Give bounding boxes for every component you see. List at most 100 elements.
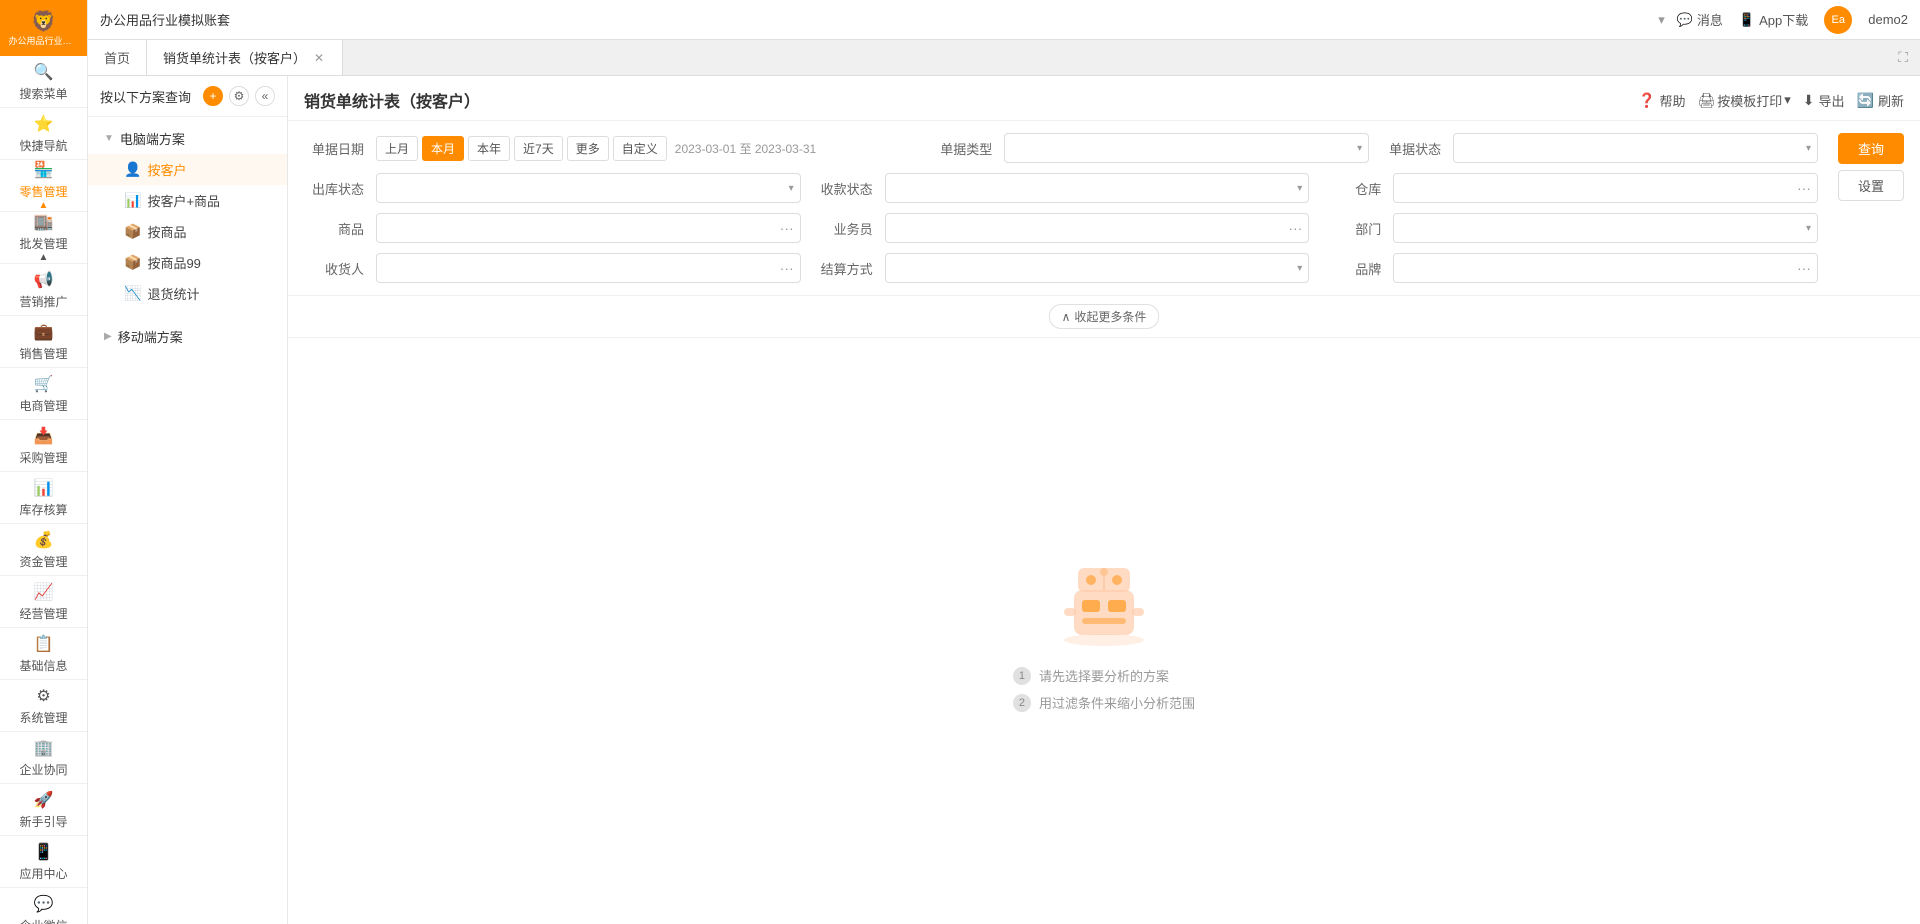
date-btn-this-month[interactable]: 本月 xyxy=(422,136,464,161)
plan-by-product-99-label: 按商品99 xyxy=(147,253,200,272)
plan-by-customer[interactable]: 👤 按客户 xyxy=(88,154,287,185)
salesperson-label: 业务员 xyxy=(813,219,873,238)
collapse-more-btn[interactable]: ∧ 收起更多条件 xyxy=(1049,304,1160,329)
plan-return-stats[interactable]: 📉 退货统计 xyxy=(88,278,287,309)
warehouse-dots-icon[interactable]: ··· xyxy=(1791,180,1817,196)
department-label: 部门 xyxy=(1321,219,1381,238)
topbar: 办公用品行业模拟账套 ▾ 💬 消息 📱 App下载 Ea demo2 xyxy=(88,0,1920,40)
date-btn-last-month[interactable]: 上月 xyxy=(376,136,418,161)
sidebar-item-corpwechat-label: 企业微信 xyxy=(19,917,67,924)
inventory-icon: 📊 xyxy=(34,478,54,498)
newguide-icon: 🚀 xyxy=(34,790,54,810)
query-btn[interactable]: 查询 xyxy=(1838,133,1904,164)
tab-close-icon[interactable]: ✕ xyxy=(312,51,326,65)
refresh-icon: 🔄 xyxy=(1857,92,1874,109)
product-input xyxy=(377,221,774,235)
app-logo[interactable]: 🦁 办公用品行业模拟账套 xyxy=(0,0,88,56)
brand-label: 品牌 xyxy=(1321,259,1381,278)
wholesale-arrow-icon: ▲ xyxy=(39,252,49,263)
plan-by-customer-product[interactable]: 📊 按客户+商品 xyxy=(88,185,287,216)
sidebar-item-newguide[interactable]: 🚀 新手引导 xyxy=(0,784,88,836)
brand-select[interactable]: ··· xyxy=(1393,253,1818,283)
warehouse-select[interactable]: ··· xyxy=(1393,173,1818,203)
order-type-label: 单据类型 xyxy=(932,139,992,158)
user-name[interactable]: demo2 xyxy=(1868,12,1908,27)
filter-settings-btn[interactable]: 设置 xyxy=(1838,170,1904,201)
sidebar-item-ecommerce[interactable]: 🛒 电商管理 xyxy=(0,368,88,420)
sidebar-item-system[interactable]: ⚙ 系统管理 xyxy=(0,680,88,732)
sidebar-item-wholesale[interactable]: 🏬 批发管理 ▲ xyxy=(0,212,88,264)
settlement-label: 结算方式 xyxy=(813,259,873,278)
sidebar-item-sales[interactable]: 💼 销售管理 xyxy=(0,316,88,368)
sidebar-item-ecommerce-label: 电商管理 xyxy=(19,397,67,414)
help-icon: ❓ xyxy=(1638,92,1655,109)
settlement-select[interactable]: ▾ xyxy=(885,253,1310,283)
collapse-up-icon: ∧ xyxy=(1062,310,1071,324)
empty-tips: 1 请先选择要分析的方案 2 用过滤条件来缩小分析范围 xyxy=(1013,666,1195,712)
mobile-section-header[interactable]: ▶ 移动端方案 xyxy=(88,321,287,352)
out-status-select[interactable]: ▾ xyxy=(376,173,801,203)
product-select[interactable]: ··· xyxy=(376,213,801,243)
brand-dots-icon[interactable]: ··· xyxy=(1791,260,1817,276)
product-plan-icon: 📦 xyxy=(124,223,141,240)
salesperson-select[interactable]: ··· xyxy=(885,213,1310,243)
customer-plan-icon: 👤 xyxy=(124,161,141,178)
sidebar-item-basic[interactable]: 📋 基础信息 xyxy=(0,628,88,680)
help-btn[interactable]: ❓ 帮助 xyxy=(1638,91,1685,110)
basic-icon: 📋 xyxy=(34,634,54,654)
template-print-icon: 🖨 xyxy=(1697,92,1715,109)
settings-plan-btn[interactable]: ⚙ xyxy=(229,86,249,106)
message-btn[interactable]: 💬 消息 xyxy=(1677,10,1723,29)
receiver-input xyxy=(377,261,774,275)
mobile-collapse-icon: ▶ xyxy=(104,331,112,342)
date-btn-custom[interactable]: 自定义 xyxy=(613,136,667,161)
mobile-section-label: 移动端方案 xyxy=(118,327,183,346)
receipt-status-select[interactable]: ▾ xyxy=(885,173,1310,203)
add-plan-btn[interactable]: + xyxy=(203,86,223,106)
sidebar-item-appcenter[interactable]: 📱 应用中心 xyxy=(0,836,88,888)
order-type-select[interactable]: ▾ xyxy=(1004,133,1369,163)
plan-by-product[interactable]: 📦 按商品 xyxy=(88,216,287,247)
user-avatar[interactable]: Ea xyxy=(1824,6,1852,34)
date-btn-last-7days[interactable]: 近7天 xyxy=(514,136,563,161)
sidebar-item-retail[interactable]: 🏪 零售管理 ▲ xyxy=(0,160,88,212)
sidebar-item-purchase[interactable]: 📥 采购管理 xyxy=(0,420,88,472)
sidebar-item-search[interactable]: 🔍 搜索菜单 xyxy=(0,56,88,108)
sidebar-item-operation[interactable]: 📈 经营管理 xyxy=(0,576,88,628)
tab-sales-stats[interactable]: 销货单统计表（按客户） ✕ xyxy=(147,40,343,75)
receiver-dots-icon[interactable]: ··· xyxy=(774,260,800,276)
receiver-select[interactable]: ··· xyxy=(376,253,801,283)
order-status-select[interactable]: ▾ xyxy=(1453,133,1818,163)
empty-tip-2: 2 用过滤条件来缩小分析范围 xyxy=(1013,693,1195,712)
collapse-panel-btn[interactable]: « xyxy=(255,86,275,106)
out-status-label: 出库状态 xyxy=(304,179,364,198)
salesperson-dots-icon[interactable]: ··· xyxy=(1282,220,1308,236)
template-print-btn[interactable]: 🖨 按模板打印 ▾ xyxy=(1697,91,1790,110)
refresh-btn[interactable]: 🔄 刷新 xyxy=(1857,91,1904,110)
date-btn-more[interactable]: 更多 xyxy=(567,136,609,161)
sidebar-item-wholesale-label: 批发管理 xyxy=(19,235,67,252)
date-btn-this-year[interactable]: 本年 xyxy=(468,136,510,161)
product-dots-icon[interactable]: ··· xyxy=(774,220,800,236)
sidebar-item-basic-label: 基础信息 xyxy=(19,657,67,674)
tip-num-1: 1 xyxy=(1013,667,1031,685)
sidebar-item-marketing[interactable]: 📢 营销推广 xyxy=(0,264,88,316)
sidebar-item-finance[interactable]: 💰 资金管理 xyxy=(0,524,88,576)
app-download-btn[interactable]: 📱 App下载 xyxy=(1739,10,1808,29)
topbar-dropdown-icon[interactable]: ▾ xyxy=(1658,12,1665,28)
tab-home[interactable]: 首页 xyxy=(88,40,147,75)
plan-by-product-99[interactable]: 📦 按商品99 xyxy=(88,247,287,278)
warehouse-label: 仓库 xyxy=(1321,179,1381,198)
sidebar-item-enterprise[interactable]: 🏢 企业协同 xyxy=(0,732,88,784)
sidebar-item-retail-label: 零售管理 xyxy=(19,183,67,200)
topbar-right: 💬 消息 📱 App下载 Ea demo2 xyxy=(1677,6,1908,34)
date-filter-label: 单据日期 xyxy=(304,139,364,158)
export-btn[interactable]: ⬇ 导出 xyxy=(1803,91,1845,110)
sidebar-item-inventory[interactable]: 📊 库存核算 xyxy=(0,472,88,524)
sidebar-item-quicknav[interactable]: ⭐ 快捷导航 xyxy=(0,108,88,160)
message-label: 消息 xyxy=(1697,10,1723,29)
tab-maximize-btn[interactable]: ⛶ xyxy=(1886,40,1920,75)
desktop-section-header[interactable]: ▼ 电脑端方案 xyxy=(88,123,287,154)
department-select[interactable]: ▾ xyxy=(1393,213,1818,243)
sidebar-item-corpwechat[interactable]: 💬 企业微信 xyxy=(0,888,88,924)
